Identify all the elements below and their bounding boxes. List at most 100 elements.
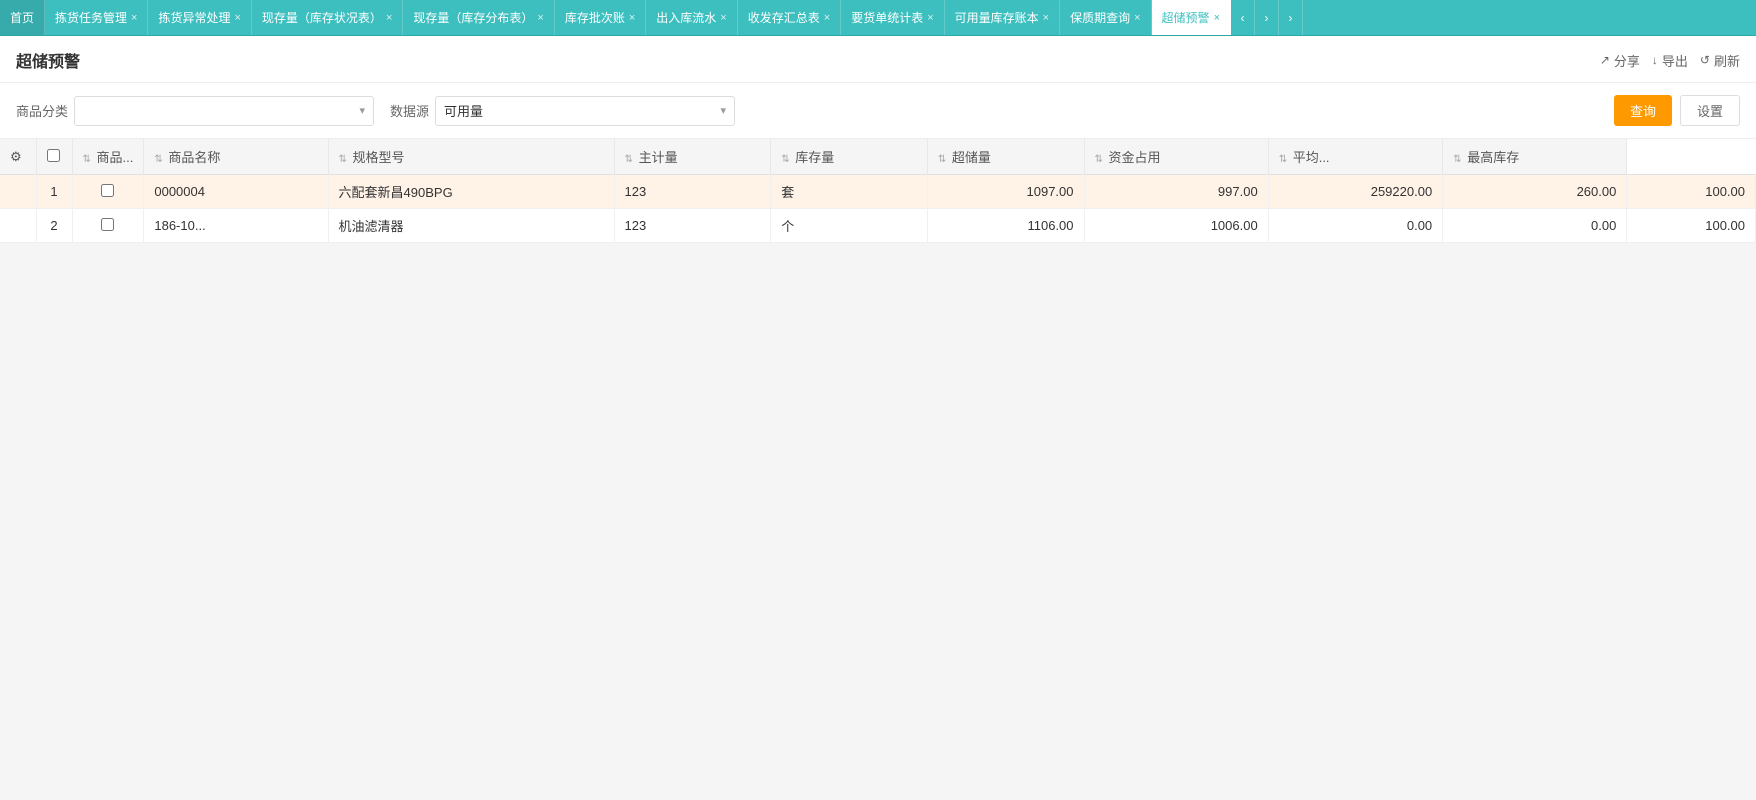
row-checkbox-cell[interactable] (72, 209, 144, 243)
chevron-down-icon: ▾ (721, 104, 727, 117)
col-unit[interactable]: ⇅ 主计量 (614, 139, 771, 175)
nav-shoufacunhuizong[interactable]: 收发存汇总表 × (738, 0, 841, 35)
nav-close-icon[interactable]: × (234, 12, 240, 24)
sort-icon: ⇅ (83, 154, 91, 165)
table-container: ⚙ ⇅ 商品... ⇅ 商品名称 ⇅ 规格型号 (0, 139, 1756, 243)
settings-button[interactable]: 设置 (1680, 95, 1740, 126)
nav-arrow-expand[interactable]: › (1279, 0, 1303, 35)
row-checkbox[interactable] (101, 184, 114, 197)
row-product-name: 机油滤清器 (328, 209, 614, 243)
data-source-label: 数据源 (390, 101, 429, 120)
col-avg-label: 平均... (1293, 150, 1330, 165)
page-header: 超储预警 ↗ 分享 ↓ 导出 ↺ 刷新 (0, 36, 1756, 83)
nav-label: 保质期查询 (1070, 9, 1130, 26)
select-all-checkbox[interactable] (47, 149, 60, 162)
col-product-name[interactable]: ⇅ 商品名称 (144, 139, 328, 175)
col-stock[interactable]: ⇅ 库存量 (771, 139, 928, 175)
nav-jianhuoyichangchuli[interactable]: 拣货异常处理 × (148, 0, 251, 35)
table-header-row: ⚙ ⇅ 商品... ⇅ 商品名称 ⇅ 规格型号 (0, 139, 1756, 175)
col-overstock-label: 超储量 (952, 150, 991, 165)
nav-arrow-right[interactable]: › (1255, 0, 1279, 35)
nav-xiancunliang-kuaizhuang[interactable]: 现存量（库存状况表） × (252, 0, 403, 35)
row-max-stock: 100.00 (1627, 209, 1756, 243)
share-button[interactable]: ↗ 分享 (1600, 51, 1640, 70)
row-number: 2 (36, 209, 72, 243)
row-overstock: 1006.00 (1084, 209, 1268, 243)
nav-close-icon[interactable]: × (824, 12, 830, 24)
sort-icon: ⇅ (1095, 154, 1103, 165)
col-product-code[interactable]: ⇅ 商品... (72, 139, 144, 175)
nav-home[interactable]: 首页 (0, 0, 45, 35)
row-capital: 259220.00 (1268, 175, 1442, 209)
row-avg: 260.00 (1443, 175, 1627, 209)
row-unit: 套 (771, 175, 928, 209)
top-nav: 首页 拣货任务管理 × 拣货异常处理 × 现存量（库存状况表） × 现存量（库存… (0, 0, 1756, 36)
chevron-down-icon: ▾ (359, 104, 365, 117)
page-title: 超储预警 (16, 48, 80, 72)
row-stock: 1106.00 (927, 209, 1084, 243)
col-settings[interactable]: ⚙ (0, 139, 36, 175)
export-button[interactable]: ↓ 导出 (1652, 51, 1688, 70)
nav-yaohuodantongji[interactable]: 要货单统计表 × (841, 0, 944, 35)
row-spec: 123 (614, 209, 771, 243)
row-unit: 个 (771, 209, 928, 243)
sort-icon: ⇅ (1453, 154, 1461, 165)
nav-close-icon[interactable]: × (720, 12, 726, 24)
refresh-button[interactable]: ↺ 刷新 (1700, 51, 1740, 70)
nav-label: 拣货任务管理 (55, 9, 127, 26)
nav-label: 可用量库存账本 (955, 9, 1039, 26)
col-overstock[interactable]: ⇅ 超储量 (927, 139, 1084, 175)
nav-xiancunliang-fenbubiao[interactable]: 现存量（库存分布表） × (403, 0, 554, 35)
nav-label: 现存量（库存分布表） (413, 9, 533, 26)
row-spec: 123 (614, 175, 771, 209)
nav-close-icon[interactable]: × (629, 12, 635, 24)
share-label: 分享 (1614, 51, 1640, 70)
row-checkbox[interactable] (101, 218, 114, 231)
nav-churukuliushui[interactable]: 出入库流水 × (646, 0, 737, 35)
nav-close-icon[interactable]: × (131, 12, 137, 24)
sort-icon: ⇅ (781, 154, 789, 165)
filter-row: 商品分类 ▾ 数据源 可用量 ▾ 查询 设置 (0, 83, 1756, 139)
nav-close-active-icon[interactable]: × (1214, 12, 1220, 24)
data-source-select[interactable]: 可用量 ▾ (435, 96, 735, 126)
data-source-filter: 数据源 可用量 ▾ (390, 96, 735, 126)
nav-baozhi[interactable]: 保质期查询 × (1060, 0, 1151, 35)
data-table: ⚙ ⇅ 商品... ⇅ 商品名称 ⇅ 规格型号 (0, 139, 1756, 243)
nav-close-icon[interactable]: × (386, 12, 392, 24)
product-category-label: 商品分类 (16, 101, 68, 120)
filter-actions: 查询 设置 (1614, 95, 1740, 126)
row-checkbox-cell[interactable] (72, 175, 144, 209)
nav-keyongliang[interactable]: 可用量库存账本 × (945, 0, 1060, 35)
nav-jianhuorenwuguanli[interactable]: 拣货任务管理 × (45, 0, 148, 35)
nav-close-icon[interactable]: × (537, 12, 543, 24)
table-row: 2 186-10... 机油滤清器 123 个 1106.00 1006.00 … (0, 209, 1756, 243)
sort-icon: ⇅ (339, 154, 347, 165)
col-max-stock[interactable]: ⇅ 最高库存 (1443, 139, 1627, 175)
row-settings-cell (0, 175, 36, 209)
nav-close-icon[interactable]: × (1043, 12, 1049, 24)
col-spec[interactable]: ⇅ 规格型号 (328, 139, 614, 175)
nav-label: 要货单统计表 (851, 9, 923, 26)
nav-arrow-left[interactable]: ‹ (1231, 0, 1255, 35)
query-button[interactable]: 查询 (1614, 95, 1672, 126)
nav-label: 收发存汇总表 (748, 9, 820, 26)
sort-icon: ⇅ (1279, 154, 1287, 165)
nav-home-label: 首页 (10, 9, 34, 26)
product-category-filter: 商品分类 ▾ (16, 96, 374, 126)
export-icon: ↓ (1652, 53, 1658, 67)
row-product-name: 六配套新昌490BPG (328, 175, 614, 209)
row-max-stock: 100.00 (1627, 175, 1756, 209)
sort-icon: ⇅ (154, 154, 162, 165)
row-stock: 1097.00 (927, 175, 1084, 209)
nav-chaochuyujing[interactable]: 超储预警 × (1152, 0, 1231, 35)
row-avg: 0.00 (1443, 209, 1627, 243)
row-number: 1 (36, 175, 72, 209)
col-avg[interactable]: ⇅ 平均... (1268, 139, 1442, 175)
col-product-name-label: 商品名称 (168, 150, 220, 165)
col-capital[interactable]: ⇅ 资金占用 (1084, 139, 1268, 175)
nav-kucunpici[interactable]: 库存批次账 × (555, 0, 646, 35)
nav-close-icon[interactable]: × (1134, 12, 1140, 24)
product-category-select[interactable]: ▾ (74, 96, 374, 126)
nav-close-icon[interactable]: × (927, 12, 933, 24)
col-checkbox[interactable] (36, 139, 72, 175)
